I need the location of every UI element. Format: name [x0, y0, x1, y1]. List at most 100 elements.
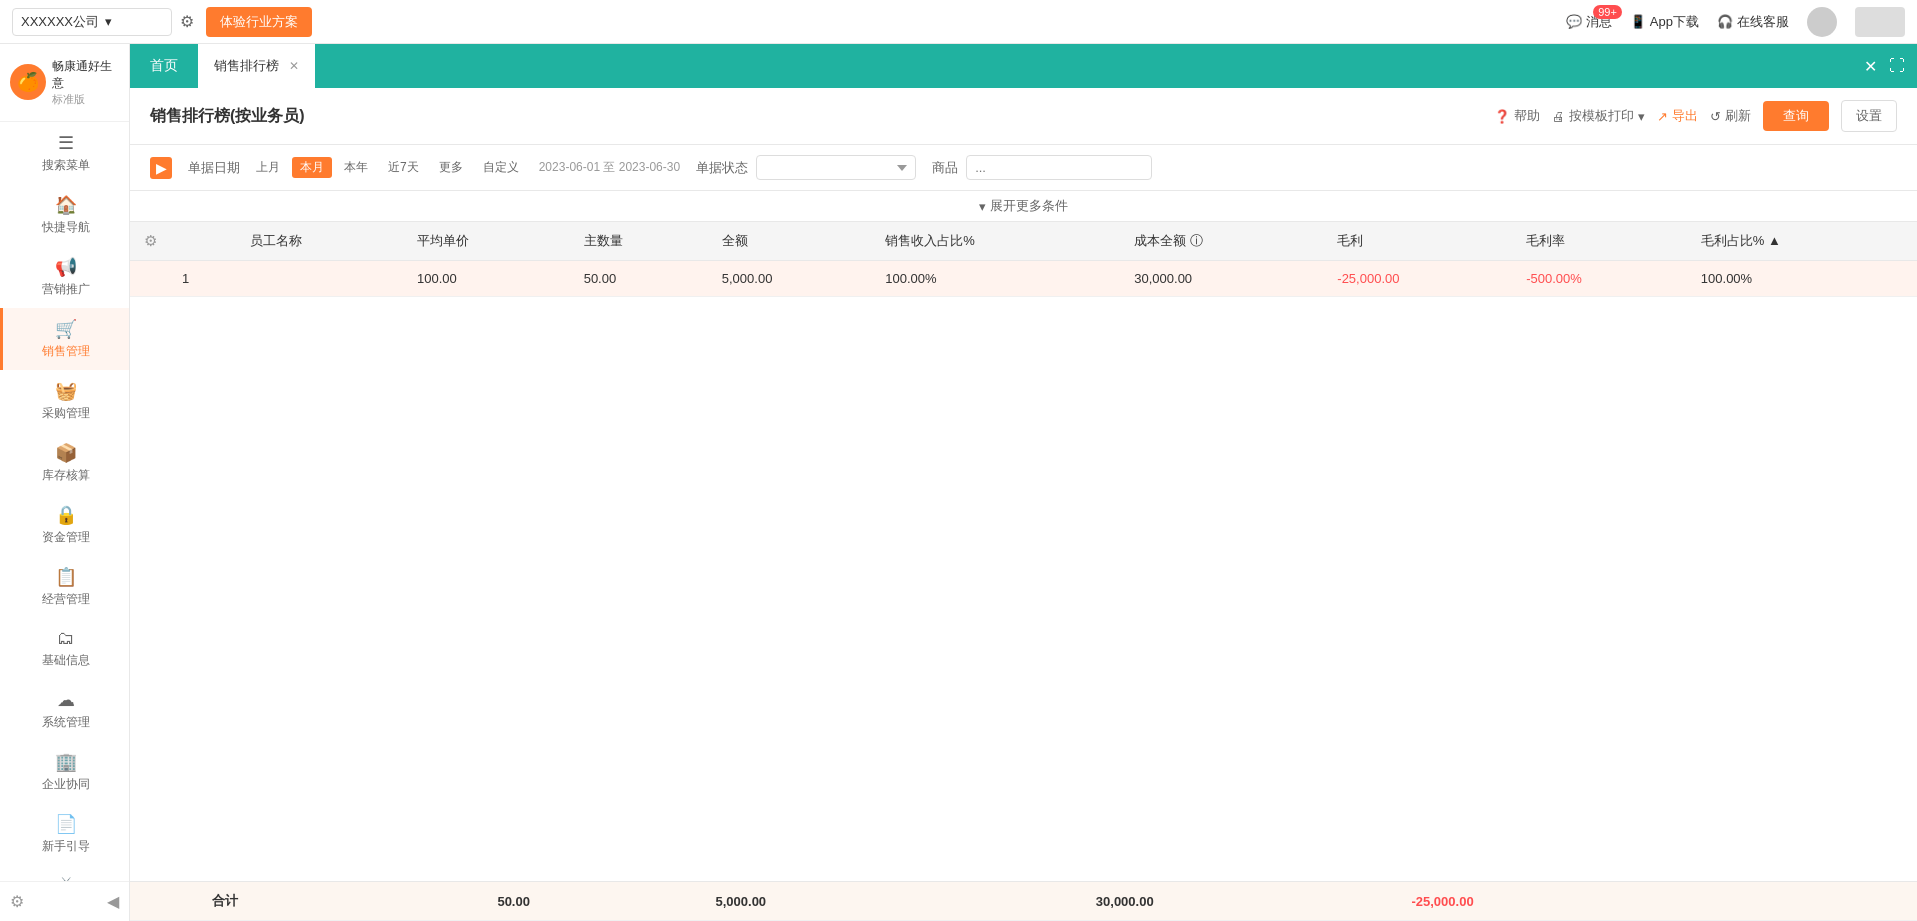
- date-tab-prev-month[interactable]: 上月: [248, 157, 288, 178]
- date-tab-last-7-days[interactable]: 近7天: [380, 157, 427, 178]
- system-icon: ☁: [57, 689, 75, 711]
- td-quantity: 50.00: [572, 261, 710, 297]
- logo-emoji: 🍊: [17, 71, 39, 93]
- main-layout: 🍊 畅康通好生意 标准版 ☰ 搜索菜单 🏠 快捷导航 📢 营销推广 🛒: [0, 44, 1917, 921]
- td-amount: 5,000.00: [710, 261, 874, 297]
- message-button[interactable]: 💬 消息 99+: [1566, 13, 1612, 31]
- home-icon: 🏠: [55, 194, 77, 216]
- template-print-button[interactable]: 🖨 按模板打印 ▾: [1552, 107, 1645, 125]
- footer-td-amount: 5,000.00: [704, 882, 992, 921]
- tab-close-window-icon[interactable]: ✕: [1864, 57, 1877, 76]
- date-tabs: 上月 本月 本年 近7天 更多 自定义: [248, 157, 527, 178]
- inventory-icon: 📦: [55, 442, 77, 464]
- footer-td-gross-profit: -25,000.00: [1399, 882, 1731, 921]
- content-area: 首页 销售排行榜 ✕ ✕ ⛶ 销售排行榜(按业务员) ❓ 帮助: [130, 44, 1917, 921]
- sidebar-item-basic-info[interactable]: 🗂 基础信息: [0, 618, 129, 679]
- table-header-row: ⚙ 员工名称 平均单价 主数量 全额 销售收入占比% 成本全额 ⓘ 毛利 毛利率…: [130, 222, 1917, 261]
- refresh-label: 刷新: [1725, 107, 1751, 125]
- footer-td-cost: 30,000.00: [1084, 882, 1400, 921]
- th-settings: ⚙: [130, 222, 170, 261]
- sidebar-item-search[interactable]: ☰ 搜索菜单: [0, 122, 129, 184]
- footer-td-label: 合计: [200, 882, 393, 921]
- sidebar-item-quick-nav[interactable]: 🏠 快捷导航: [0, 184, 129, 246]
- phone-icon: 📱: [1630, 14, 1646, 29]
- sidebar-item-label: 销售管理: [42, 343, 90, 360]
- tab-sales-rank[interactable]: 销售排行榜 ✕: [198, 44, 315, 88]
- query-button[interactable]: 查询: [1763, 101, 1829, 131]
- td-name: [238, 261, 405, 297]
- sidebar-logo: 🍊 畅康通好生意 标准版: [0, 44, 129, 122]
- date-tab-custom[interactable]: 自定义: [475, 157, 527, 178]
- date-tab-current-month[interactable]: 本月: [292, 157, 332, 178]
- tab-expand-icon[interactable]: ⛶: [1889, 57, 1905, 75]
- tab-home[interactable]: 首页: [130, 44, 198, 88]
- footer-collapse-icon[interactable]: ◀: [107, 892, 119, 911]
- td-rank: 1: [170, 261, 238, 297]
- tab-close-icon[interactable]: ✕: [289, 59, 299, 73]
- sidebar-item-label: 搜索菜单: [42, 157, 90, 174]
- company-name: XXXXXX公司: [21, 13, 99, 31]
- app-label: App下载: [1650, 13, 1699, 31]
- help-button[interactable]: ❓ 帮助: [1494, 107, 1540, 125]
- date-tab-current-year[interactable]: 本年: [336, 157, 376, 178]
- set-button[interactable]: 设置: [1841, 100, 1897, 132]
- sidebar-item-marketing[interactable]: 📢 营销推广: [0, 246, 129, 308]
- sidebar-item-app-center[interactable]: 📺 应用中心: [0, 865, 129, 881]
- footer-td-sales-pct: [991, 882, 1084, 921]
- date-tab-more[interactable]: 更多: [431, 157, 471, 178]
- th-quantity: 主数量: [572, 222, 710, 261]
- date-range-text: 2023-06-01 至 2023-06-30: [539, 159, 680, 176]
- finance-icon: 🔒: [55, 504, 77, 526]
- settings-icon[interactable]: ⚙: [180, 12, 194, 31]
- column-settings-icon[interactable]: ⚙: [144, 232, 157, 249]
- th-sales-pct: 销售收入占比%: [873, 222, 1122, 261]
- sidebar-item-sales[interactable]: 🛒 销售管理: [0, 308, 129, 370]
- sidebar-item-finance[interactable]: 🔒 资金管理: [0, 494, 129, 556]
- operations-icon: 📋: [55, 566, 77, 588]
- expand-conditions-button[interactable]: ▾ 展开更多条件: [979, 197, 1068, 215]
- goods-input[interactable]: [966, 155, 1152, 180]
- td-gross-rate: -500.00%: [1514, 261, 1689, 297]
- sidebar-item-enterprise[interactable]: 🏢 企业协同: [0, 741, 129, 803]
- sidebar-item-label: 新手引导: [42, 838, 90, 855]
- sidebar-item-purchase[interactable]: 🧺 采购管理: [0, 370, 129, 432]
- table-container: ⚙ 员工名称 平均单价 主数量 全额 销售收入占比% 成本全额 ⓘ 毛利 毛利率…: [130, 222, 1917, 881]
- user-name-placeholder[interactable]: [1855, 7, 1905, 37]
- company-selector[interactable]: XXXXXX公司 ▾: [12, 8, 172, 36]
- footer-settings-icon[interactable]: ⚙: [10, 892, 24, 911]
- footer-td-gross-pct: [1824, 882, 1917, 921]
- data-table: ⚙ 员工名称 平均单价 主数量 全额 销售收入占比% 成本全额 ⓘ 毛利 毛利率…: [130, 222, 1917, 297]
- sidebar-item-inventory[interactable]: 📦 库存核算: [0, 432, 129, 494]
- status-select[interactable]: [756, 155, 916, 180]
- footer-td-quantity: 50.00: [485, 882, 703, 921]
- message-icon: 💬: [1566, 14, 1582, 29]
- logo-icon: 🍊: [10, 64, 46, 100]
- th-amount: 全额: [710, 222, 874, 261]
- print-icon: 🖨: [1552, 109, 1565, 124]
- logo-text-block: 畅康通好生意 标准版: [52, 58, 119, 107]
- app-download-button[interactable]: 📱 App下载: [1630, 13, 1699, 31]
- trial-button[interactable]: 体验行业方案: [206, 7, 312, 37]
- th-gross-rate: 毛利率: [1514, 222, 1689, 261]
- sidebar-item-system[interactable]: ☁ 系统管理: [0, 679, 129, 741]
- sidebar-item-label: 营销推广: [42, 281, 90, 298]
- refresh-button[interactable]: ↺ 刷新: [1710, 107, 1751, 125]
- service-label: 在线客服: [1737, 13, 1789, 31]
- sidebar-footer: ⚙ ◀: [0, 881, 129, 921]
- sidebar-item-guide[interactable]: 📄 新手引导: [0, 803, 129, 865]
- online-service-button[interactable]: 🎧 在线客服: [1717, 13, 1789, 31]
- export-button[interactable]: ↗ 导出: [1657, 107, 1698, 125]
- td-gross-profit: -25,000.00: [1325, 261, 1514, 297]
- sidebar-nav: ☰ 搜索菜单 🏠 快捷导航 📢 营销推广 🛒 销售管理 🧺 采购管理 📦: [0, 122, 129, 881]
- logo-text: 畅康通好生意: [52, 58, 119, 92]
- guide-icon: 📄: [55, 813, 77, 835]
- tab-sales-rank-label: 销售排行榜: [214, 57, 279, 75]
- help-icon: ❓: [1494, 109, 1510, 124]
- sidebar-item-label: 基础信息: [42, 652, 90, 669]
- filter-arrow-button[interactable]: ▶: [150, 157, 172, 179]
- sidebar-item-operations[interactable]: 📋 经营管理: [0, 556, 129, 618]
- user-avatar[interactable]: [1807, 7, 1837, 37]
- td-avg-price: 100.00: [405, 261, 572, 297]
- top-header: XXXXXX公司 ▾ ⚙ 体验行业方案 💬 消息 99+ 📱 App下载 🎧 在…: [0, 0, 1917, 44]
- th-avg-price: 平均单价: [405, 222, 572, 261]
